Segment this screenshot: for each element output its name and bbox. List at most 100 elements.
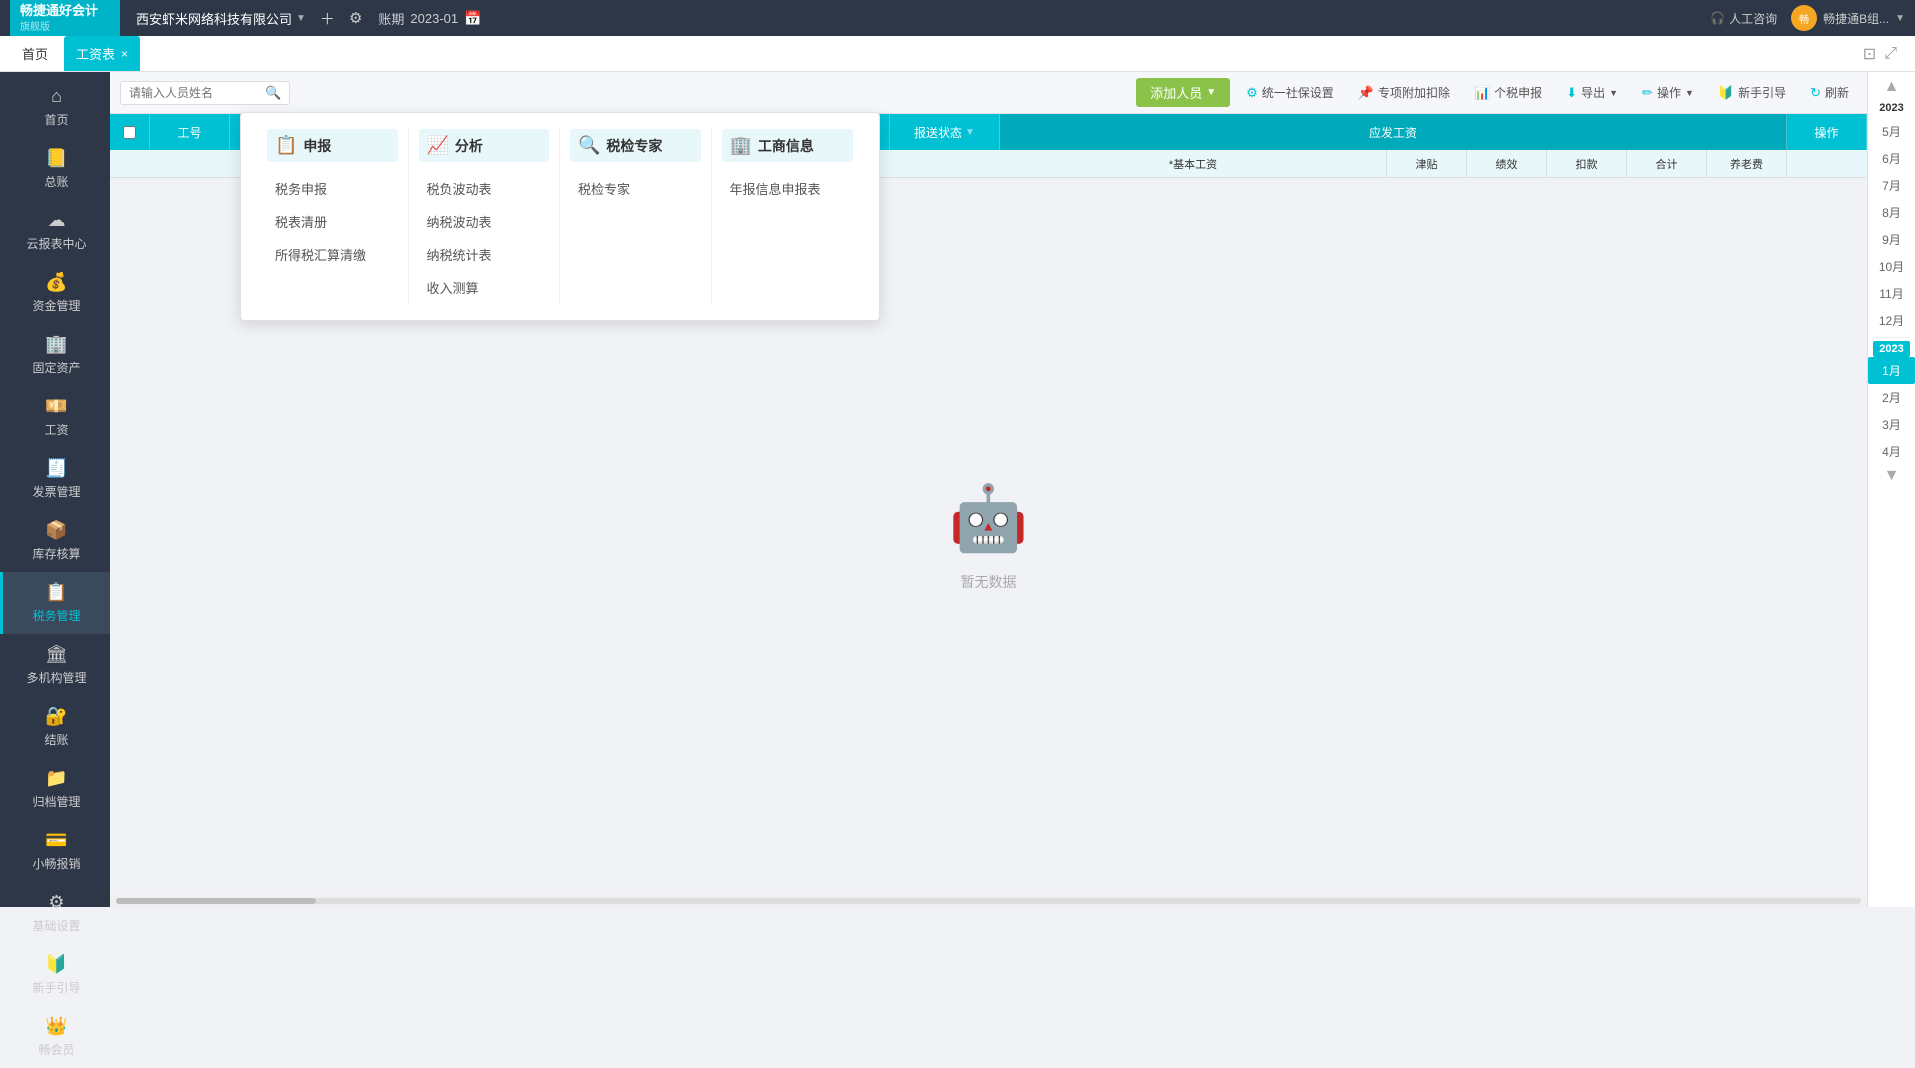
dropdown-item-income-calc[interactable]: 收入测算 [419,271,550,304]
cal-month-4[interactable]: 4月 [1868,438,1915,465]
sidebar-label-basic: 基础设置 [32,917,80,934]
company-selector[interactable]: 西安虾米网络科技有限公司 ▼ [136,9,306,28]
sidebar-item-salary[interactable]: 💴 工资 [0,386,110,448]
app-logo: 畅捷通好会计 旗舰版 [10,0,120,36]
scrollbar-thumb[interactable] [116,898,316,904]
th-op-label: 操作 [1814,124,1838,141]
sidebar-item-tax[interactable]: 📋 税务管理 [0,572,110,634]
service-label: 人工咨询 [1729,10,1777,27]
dropdown-item-tax-wave[interactable]: 纳税波动表 [419,205,550,238]
dropdown-item-tax-expert[interactable]: 税检专家 [570,172,701,205]
zhuanjia-header: 🔍 税检专家 [570,129,701,162]
add-icon[interactable]: ＋ [320,8,335,29]
cal-year-2023-bottom: 2023 [1873,341,1909,357]
close-icon[interactable]: × [121,47,128,61]
th2-allowance-label: 津贴 [1416,156,1438,172]
sidebar-label-inventory: 库存核算 [32,545,80,562]
sidebar-item-inventory[interactable]: 📦 库存核算 [0,510,110,572]
tab-expand-icon[interactable]: ⤢ [1884,45,1897,63]
th2-pension: 养老费 [1707,150,1787,177]
user-name: 畅捷通B组... [1823,10,1889,27]
sidebar-item-asset[interactable]: 🏢 固定资产 [0,324,110,386]
dropdown-item-tax-stat[interactable]: 纳税统计表 [419,238,550,271]
cal-up-icon[interactable]: ▲ [1884,76,1900,98]
user-menu[interactable]: 畅 畅捷通B组... ▼ [1791,5,1905,31]
cal-month-5[interactable]: 5月 [1868,118,1915,145]
dropdown-item-tax-burden[interactable]: 税负波动表 [419,172,550,205]
th-checkbox[interactable] [110,114,150,150]
cal-month-9[interactable]: 9月 [1868,226,1915,253]
calendar-icon[interactable]: 📅 [464,10,481,27]
th2-base-label: *基本工资 [1169,156,1217,172]
filter-report-icon: ▼ [965,127,975,138]
dropdown-item-tax-table[interactable]: 税表清册 [267,205,398,238]
sidebar-label-asset: 固定资产 [32,359,80,376]
sidebar-label-multi: 多机构管理 [26,669,86,686]
refresh-button[interactable]: ↻ 刷新 [1802,80,1857,105]
select-all-checkbox[interactable] [123,126,136,139]
dropdown-item-annual-report[interactable]: 年报信息申报表 [722,172,854,205]
newguide-button[interactable]: 🔰 新手引导 [1710,80,1794,105]
multi-icon: 🏛 [45,644,68,665]
search-input[interactable] [129,86,259,100]
cal-month-10[interactable]: 10月 [1868,253,1915,280]
special-deduction-button[interactable]: 📌 专项附加扣除 [1350,80,1458,105]
cal-month-1[interactable]: 1月 [1868,357,1915,384]
sidebar-item-multi[interactable]: 🏛 多机构管理 [0,634,110,696]
cal-month-2[interactable]: 2月 [1868,384,1915,411]
chevron-down-icon: ▼ [296,13,306,24]
gongshang-label: 工商信息 [758,136,814,156]
tax-report-label: 个税申报 [1494,84,1542,101]
sidebar-item-close[interactable]: 🔐 结账 [0,696,110,758]
tax-report-button[interactable]: 📊 个税申报 [1466,80,1550,105]
sidebar-item-ledger[interactable]: 📒 总账 [0,138,110,200]
cal-month-3[interactable]: 3月 [1868,411,1915,438]
tab-salary[interactable]: 工资表 × [64,36,140,71]
th-report-status[interactable]: 报送状态 ▼ [890,114,1000,150]
dropdown-item-tax-declare[interactable]: 税务申报 [267,172,398,205]
sidebar-item-fund[interactable]: 💰 资金管理 [0,262,110,324]
tax-icon: 📋 [45,582,67,603]
sidebar-item-member[interactable]: 👑 畅会员 [0,1006,110,1068]
empty-text: 暂无数据 [961,572,1017,592]
invoice-icon: 🧾 [45,458,67,479]
sidebar-label-archive: 归档管理 [32,793,80,810]
horizontal-scrollbar[interactable] [110,895,1867,907]
archive-icon: 📁 [45,768,67,789]
th-op: 操作 [1787,114,1867,150]
cal-month-7[interactable]: 7月 [1868,172,1915,199]
service-button[interactable]: 🎧 人工咨询 [1710,10,1777,27]
dropdown-item-tax-settle[interactable]: 所得税汇算清缴 [267,238,398,271]
social-settings-button[interactable]: ⚙ 统一社保设置 [1238,80,1342,105]
tab-restore-icon[interactable]: ⊡ [1863,44,1876,64]
th2-allowance: 津贴 [1387,150,1467,177]
add-person-button[interactable]: 添加人员 ▼ [1136,78,1230,107]
cal-down-icon[interactable]: ▼ [1884,465,1900,487]
sidebar-item-archive[interactable]: 📁 归档管理 [0,758,110,820]
period-value: 2023-01 [410,11,458,26]
th-salary-group-label: 应发工资 [1369,124,1417,141]
sidebar-item-basic[interactable]: ⚙ 基础设置 [0,882,110,944]
operate-button[interactable]: ✏ 操作 ▼ [1634,80,1702,105]
sidebar-item-xiaochang[interactable]: 💳 小畅报销 [0,820,110,882]
add-person-arrow-icon: ▼ [1206,87,1216,98]
tab-home[interactable]: 首页 [10,36,60,71]
th2-perf: 绩效 [1467,150,1547,177]
gongshang-icon: 🏢 [730,135,752,156]
cal-month-8[interactable]: 8月 [1868,199,1915,226]
sidebar-item-invoice[interactable]: 🧾 发票管理 [0,448,110,510]
th2-total-label: 合计 [1656,156,1678,172]
settings-icon[interactable]: ⚙ [349,9,362,27]
close-account-icon: 🔐 [45,706,67,727]
cal-month-6[interactable]: 6月 [1868,145,1915,172]
tax-report-icon: 📊 [1474,85,1490,101]
sidebar-item-guide[interactable]: 🔰 新手引导 [0,944,110,1006]
export-button[interactable]: ⬇ 导出 ▼ [1558,80,1626,105]
cal-month-12[interactable]: 12月 [1868,307,1915,334]
th-report-status-label: 报送状态 [914,124,962,141]
cal-month-11[interactable]: 11月 [1868,280,1915,307]
sidebar-item-cloud[interactable]: ☁ 云报表中心 [0,200,110,262]
th-id: 工号 [150,114,230,150]
sidebar-item-home[interactable]: ⌂ 首页 [0,76,110,138]
fund-icon: 💰 [45,272,67,293]
